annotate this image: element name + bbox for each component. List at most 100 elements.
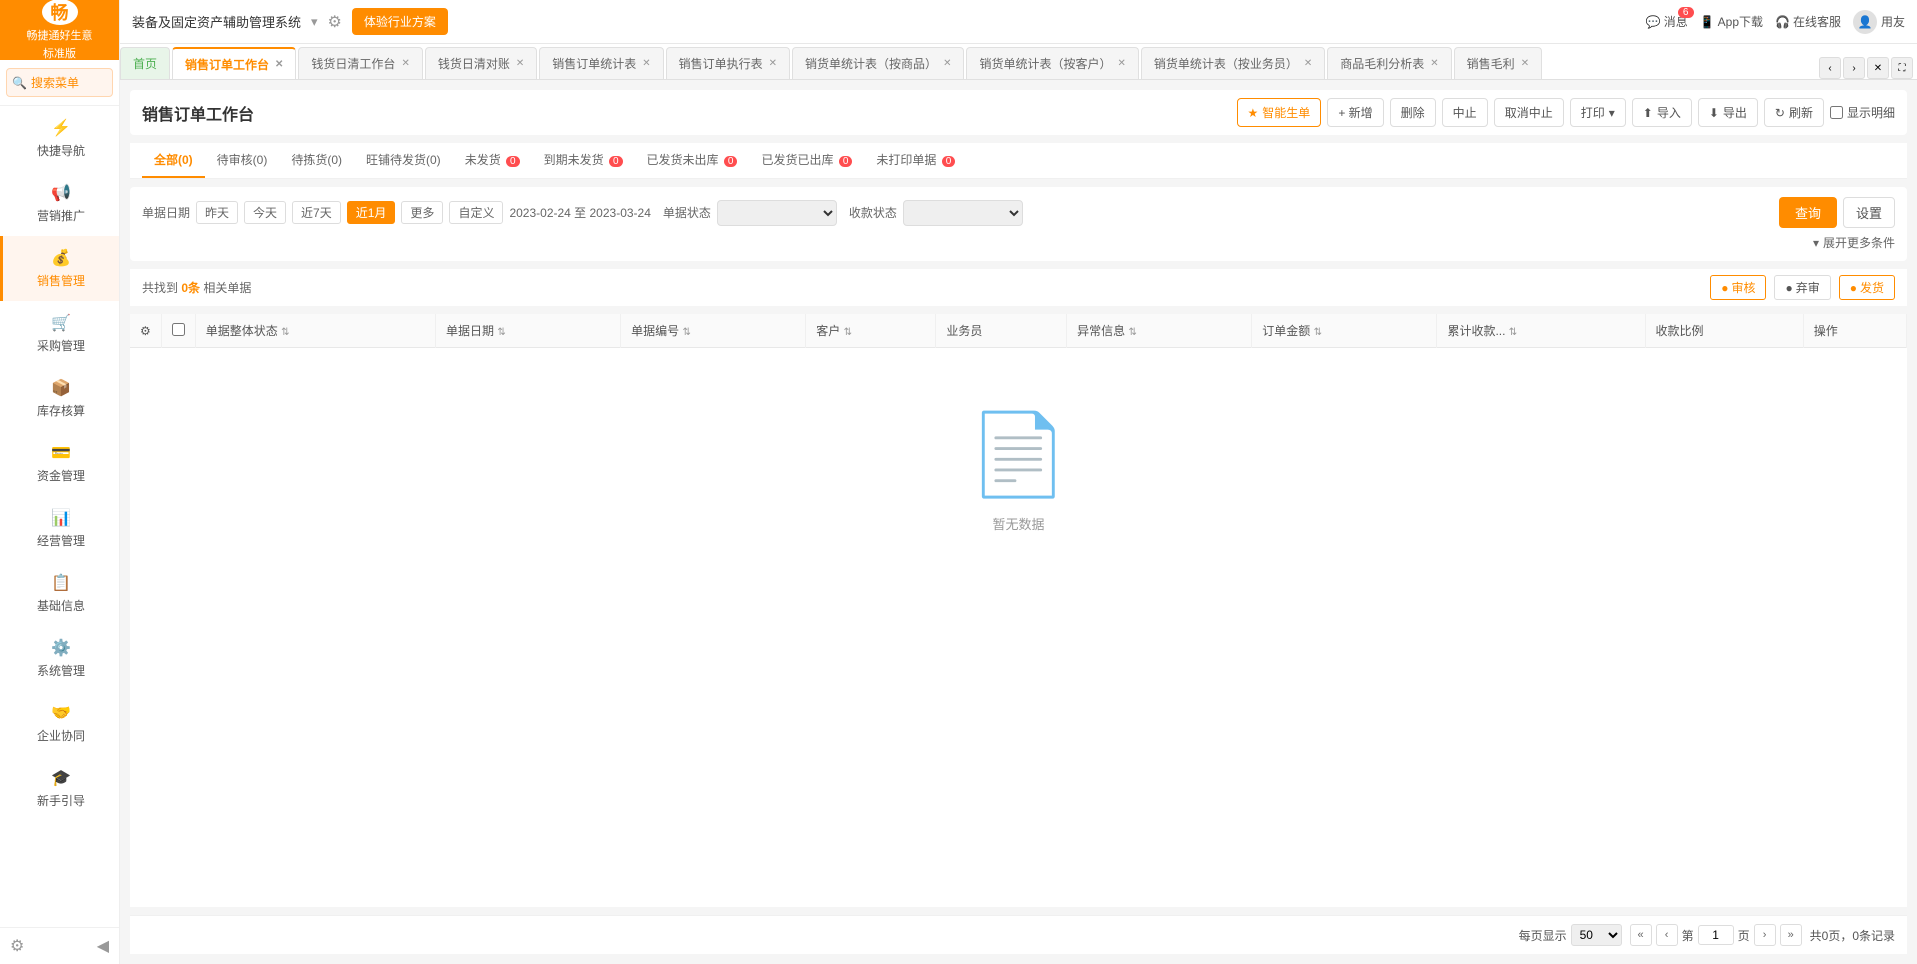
review-button[interactable]: ● 审核 [1710, 275, 1766, 300]
date-7days-btn[interactable]: 近7天 [292, 201, 341, 224]
chevron-down-icon[interactable]: ▾ [311, 14, 318, 30]
setting-button[interactable]: 设置 [1843, 197, 1895, 228]
tabs-controls: ‹ › ✕ ⛶ [1815, 57, 1917, 79]
sidebar-item-system[interactable]: ⚙️ 系统管理 [0, 626, 119, 691]
sort-icon[interactable]: ⇅ [1509, 327, 1517, 338]
sidebar-item-finance[interactable]: 💳 资金管理 [0, 431, 119, 496]
cancel-stop-button[interactable]: 取消中止 [1494, 98, 1564, 127]
sort-icon[interactable]: ⇅ [281, 327, 289, 338]
tab-sales-profit[interactable]: 销售毛利 ✕ [1454, 47, 1542, 79]
status-select[interactable] [717, 200, 837, 226]
tabs-maximize[interactable]: ⛶ [1891, 57, 1913, 79]
sub-tab-wangpu[interactable]: 旺铺待发货(0) [354, 143, 453, 178]
tab-cash-reconcile[interactable]: 钱货日清对账 ✕ [425, 47, 537, 79]
sort-icon[interactable]: ⇅ [1314, 327, 1322, 338]
prev-page-button[interactable]: ‹ [1656, 924, 1678, 946]
ship-button[interactable]: ● 发货 [1839, 275, 1895, 300]
tab-close-icon[interactable]: ✕ [769, 58, 777, 69]
date-more-btn[interactable]: 更多 [401, 201, 443, 224]
sub-tab-unshipped[interactable]: 未发货 0 [453, 143, 532, 178]
smart-create-button[interactable]: ★ 智能生单 [1237, 98, 1322, 127]
tab-close-icon[interactable]: ✕ [1430, 58, 1438, 69]
tab-close-icon[interactable]: ✕ [642, 58, 650, 69]
sidebar-item-operations[interactable]: 📊 经营管理 [0, 496, 119, 561]
tab-sales-summary-customer[interactable]: 销货单统计表（按客户） ✕ [966, 47, 1138, 79]
user-menu[interactable]: 👤 用友 [1853, 10, 1905, 34]
date-custom-btn[interactable]: 自定义 [449, 201, 503, 224]
print-button[interactable]: 打印 ▾ [1570, 98, 1626, 127]
stop-button[interactable]: 中止 [1442, 98, 1488, 127]
import-button[interactable]: ⬆ 导入 [1632, 98, 1692, 127]
sort-icon[interactable]: ⇅ [1128, 327, 1136, 338]
tab-sales-summary-product[interactable]: 销货单统计表（按商品） ✕ [792, 47, 964, 79]
delete-button[interactable]: 删除 [1390, 98, 1436, 127]
sub-tab-all[interactable]: 全部(0) [142, 143, 205, 178]
tabs-scroll-left[interactable]: ‹ [1819, 57, 1841, 79]
solution-button[interactable]: 体验行业方案 [352, 8, 448, 35]
query-button[interactable]: 查询 [1779, 197, 1837, 228]
sidebar-item-enterprise[interactable]: 🤝 企业协同 [0, 691, 119, 756]
col-settings[interactable]: ⚙ [130, 314, 161, 348]
first-page-button[interactable]: « [1630, 924, 1652, 946]
settings-icon[interactable]: ⚙ [10, 936, 24, 956]
show-detail-checkbox[interactable]: 显示明细 [1830, 104, 1895, 121]
sidebar-item-sales[interactable]: 💰 销售管理 [0, 236, 119, 301]
tab-sales-workbench[interactable]: 销售订单工作台 ✕ [172, 47, 296, 79]
tab-sales-exec[interactable]: 销售订单执行表 ✕ [666, 47, 790, 79]
sidebar-item-guide[interactable]: 🎓 新手引导 [0, 756, 119, 821]
message-action[interactable]: 💬 消息 6 [1646, 13, 1688, 30]
tab-close-icon[interactable]: ✕ [275, 59, 283, 70]
tab-close-icon[interactable]: ✕ [1304, 58, 1312, 69]
sidebar-logo[interactable]: 畅 畅捷通好生意 标准版 [0, 0, 119, 60]
tabs-close-all[interactable]: ✕ [1867, 57, 1889, 79]
sort-icon[interactable]: ⇅ [682, 327, 690, 338]
sort-icon[interactable]: ⇅ [497, 327, 505, 338]
select-all-checkbox[interactable] [172, 323, 185, 336]
online-service-action[interactable]: 🎧 在线客服 [1775, 13, 1841, 30]
gear-icon[interactable]: ⚙ [328, 12, 342, 32]
sub-tab-pending-inspect[interactable]: 待拣货(0) [279, 143, 354, 178]
tab-sales-summary-staff[interactable]: 销货单统计表（按业务员） ✕ [1141, 47, 1325, 79]
sub-tab-shipped-no-out[interactable]: 已发货未出库 0 [635, 143, 750, 178]
tab-margin-analysis[interactable]: 商品毛利分析表 ✕ [1327, 47, 1451, 79]
tab-close-icon[interactable]: ✕ [401, 58, 409, 69]
collapse-icon[interactable]: ◀ [97, 936, 109, 956]
sidebar-item-basic-info[interactable]: 📋 基础信息 [0, 561, 119, 626]
last-page-button[interactable]: » [1780, 924, 1802, 946]
tab-cash-daily[interactable]: 钱货日清工作台 ✕ [298, 47, 422, 79]
date-1month-btn[interactable]: 近1月 [347, 201, 396, 224]
tab-label: 销售订单工作台 [185, 56, 269, 73]
sidebar-item-purchase[interactable]: 🛒 采购管理 [0, 301, 119, 366]
page-number-input[interactable] [1698, 925, 1734, 945]
add-button[interactable]: + 新增 [1327, 98, 1383, 127]
sub-tab-shipped-out[interactable]: 已发货已出库 0 [749, 143, 864, 178]
tab-sales-stat[interactable]: 销售订单统计表 ✕ [539, 47, 663, 79]
tabs-scroll-right[interactable]: › [1843, 57, 1865, 79]
sidebar-item-marketing[interactable]: 📢 营销推广 [0, 171, 119, 236]
sidebar-item-inventory[interactable]: 📦 库存核算 [0, 366, 119, 431]
cancel-review-button[interactable]: ● 弃审 [1774, 275, 1830, 300]
tab-close-icon[interactable]: ✕ [1521, 58, 1529, 69]
refresh-button[interactable]: ↻ 刷新 [1764, 98, 1824, 127]
page-size-select[interactable]: 10 20 50 100 [1571, 924, 1622, 946]
expand-button[interactable]: ▾ 展开更多条件 [1813, 234, 1895, 251]
sort-icon[interactable]: ⇅ [844, 327, 852, 338]
sub-tab-overdue[interactable]: 到期未发货 0 [532, 143, 635, 178]
next-page-button[interactable]: › [1754, 924, 1776, 946]
app-download-action[interactable]: 📱 App下载 [1700, 13, 1763, 30]
tab-home[interactable]: 首页 [120, 47, 170, 79]
export-button[interactable]: ⬇ 导出 [1698, 98, 1758, 127]
tab-close-icon[interactable]: ✕ [943, 58, 951, 69]
date-today-btn[interactable]: 今天 [244, 201, 286, 224]
sidebar-item-quick-nav[interactable]: ⚡ 快捷导航 [0, 106, 119, 171]
page-size-selector: 每页显示 10 20 50 100 [1519, 924, 1622, 946]
search-menu-button[interactable]: 🔍 搜索菜单 [6, 68, 113, 97]
col-checkbox[interactable] [161, 314, 195, 348]
sub-tab-unprinted[interactable]: 未打印单据 0 [864, 143, 967, 178]
sub-tab-pending-review[interactable]: 待审核(0) [205, 143, 280, 178]
tab-close-icon[interactable]: ✕ [1117, 58, 1125, 69]
payment-select[interactable] [903, 200, 1023, 226]
date-yesterday-btn[interactable]: 昨天 [196, 201, 238, 224]
sidebar-item-label: 基础信息 [37, 597, 85, 614]
tab-close-icon[interactable]: ✕ [516, 58, 524, 69]
